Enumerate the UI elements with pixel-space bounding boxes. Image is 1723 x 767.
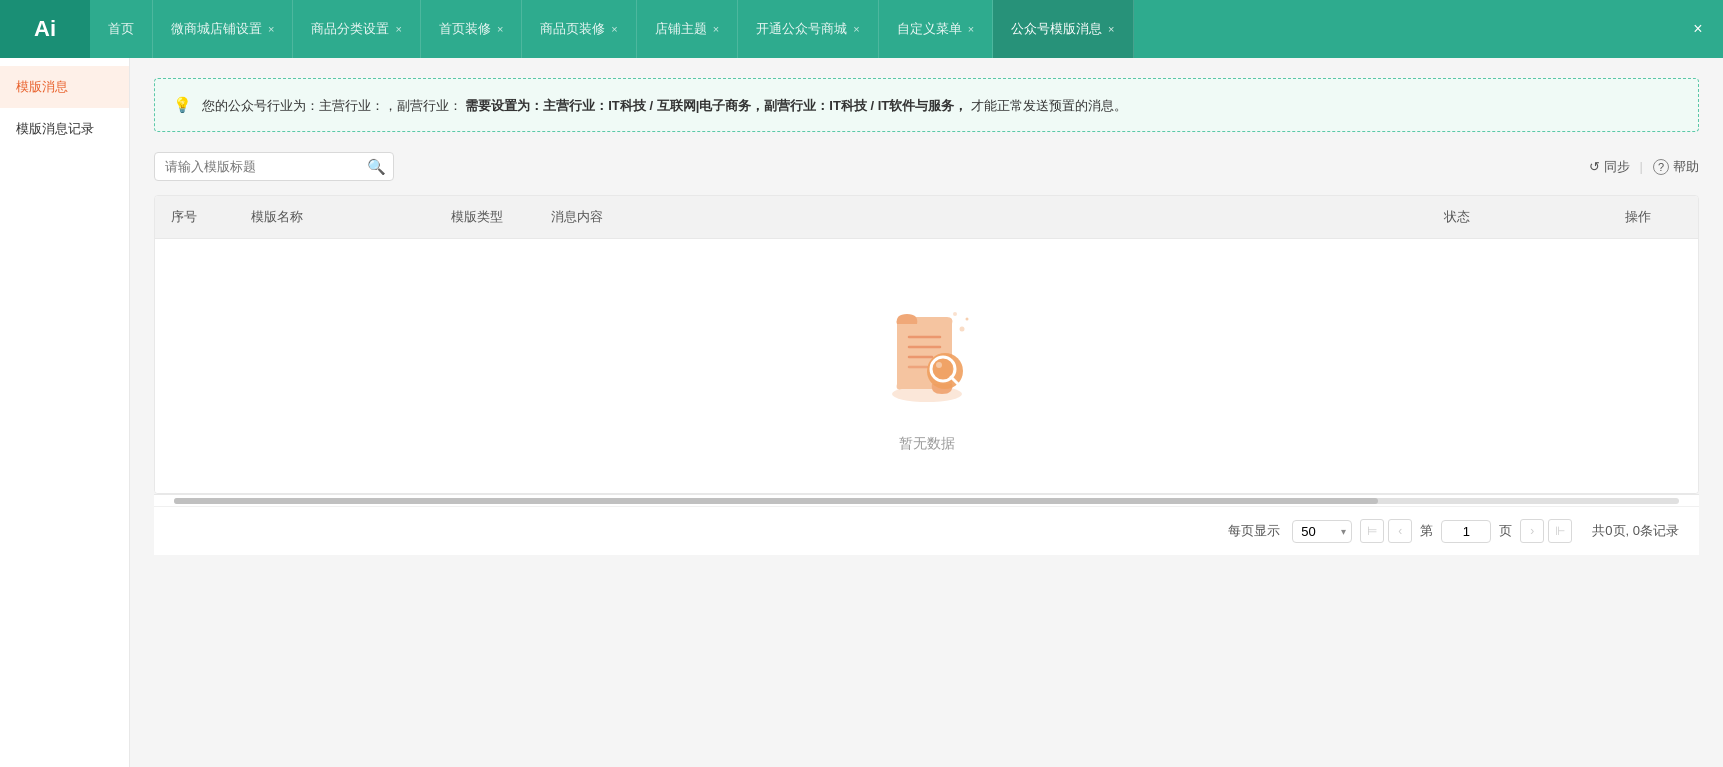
- scrollbar-track: [174, 498, 1679, 504]
- tab-wxmall[interactable]: 开通公众号商城×: [738, 0, 878, 58]
- svg-point-11: [953, 312, 957, 316]
- tab-close-icon[interactable]: ×: [1108, 23, 1114, 35]
- tab-custom-menu[interactable]: 自定义菜单×: [879, 0, 993, 58]
- content-area: 💡 您的公众号行业为：主营行业：，副营行业： 需要设置为：主营行业：IT科技 /…: [130, 58, 1723, 767]
- search-icon[interactable]: 🔍: [367, 158, 386, 176]
- total-info: 共0页, 0条记录: [1592, 522, 1679, 540]
- sidebar-item-template[interactable]: 模版消息: [0, 66, 129, 108]
- tab-template-msg[interactable]: 公众号模版消息×: [993, 0, 1133, 58]
- tab-close-icon[interactable]: ×: [611, 23, 617, 35]
- page-size-select-wrap: 50 10 20 100 ▾: [1292, 520, 1352, 543]
- tab-home[interactable]: 首页: [90, 0, 153, 58]
- page-number-input[interactable]: [1441, 520, 1491, 543]
- empty-state: 暂无数据: [155, 239, 1698, 493]
- horizontal-scrollbar[interactable]: [154, 494, 1699, 506]
- next-page-button[interactable]: ›: [1520, 519, 1544, 543]
- sync-label: 同步: [1604, 158, 1630, 176]
- tab-close-icon[interactable]: ×: [968, 23, 974, 35]
- prev-page-button[interactable]: ‹: [1388, 519, 1412, 543]
- tab-close-icon[interactable]: ×: [497, 23, 503, 35]
- page-size-label: 每页显示: [1228, 522, 1280, 540]
- svg-point-10: [965, 318, 968, 321]
- col-status: 状态: [1428, 196, 1578, 238]
- search-bar: 🔍 ↺ 同步 | ? 帮助: [154, 152, 1699, 181]
- sync-button[interactable]: ↺ 同步: [1589, 158, 1630, 176]
- svg-point-9: [959, 327, 964, 332]
- toolbar-divider: |: [1640, 159, 1643, 174]
- top-navigation: Ai 首页微商城店铺设置×商品分类设置×首页装修×商品页装修×店铺主题×开通公众…: [0, 0, 1723, 58]
- empty-icon: [867, 299, 987, 419]
- tab-close-icon[interactable]: ×: [713, 23, 719, 35]
- last-page-button[interactable]: ⊩: [1548, 519, 1572, 543]
- page-label-before: 第: [1420, 522, 1433, 540]
- tab-category[interactable]: 商品分类设置×: [293, 0, 420, 58]
- data-table: 序号 模版名称 模版类型 消息内容 状态 操作: [154, 195, 1699, 494]
- svg-point-8: [936, 362, 942, 368]
- tab-close-icon[interactable]: ×: [853, 23, 859, 35]
- tab-theme[interactable]: 店铺主题×: [637, 0, 738, 58]
- notice-icon: 💡: [173, 96, 192, 113]
- table-header: 序号 模版名称 模版类型 消息内容 状态 操作: [155, 196, 1698, 239]
- tab-wshop[interactable]: 微商城店铺设置×: [153, 0, 293, 58]
- window-close-button[interactable]: ×: [1673, 0, 1723, 58]
- notice-highlight: 需要设置为：主营行业：IT科技 / 互联网|电子商务，副营行业：IT科技 / I…: [465, 98, 967, 113]
- first-page-button[interactable]: ⊨: [1360, 519, 1384, 543]
- sidebar-item-template-log[interactable]: 模版消息记录: [0, 108, 129, 150]
- col-name: 模版名称: [235, 196, 435, 238]
- tab-product-deco[interactable]: 商品页装修×: [522, 0, 636, 58]
- page-label-after: 页: [1499, 522, 1512, 540]
- main-layout: 模版消息模版消息记录 💡 您的公众号行业为：主营行业：，副营行业： 需要设置为：…: [0, 58, 1723, 767]
- help-icon: ?: [1653, 159, 1669, 175]
- col-action: 操作: [1578, 196, 1698, 238]
- notice-box: 💡 您的公众号行业为：主营行业：，副营行业： 需要设置为：主营行业：IT科技 /…: [154, 78, 1699, 132]
- page-navigation: ⊨ ‹ 第 页 › ⊩: [1360, 519, 1572, 543]
- col-seq: 序号: [155, 196, 235, 238]
- tab-close-icon[interactable]: ×: [395, 23, 401, 35]
- search-input-wrap: 🔍: [154, 152, 394, 181]
- app-logo: Ai: [0, 0, 90, 58]
- sidebar: 模版消息模版消息记录: [0, 58, 130, 767]
- help-button[interactable]: ? 帮助: [1653, 158, 1699, 176]
- scrollbar-thumb[interactable]: [174, 498, 1378, 504]
- notice-text-before: 您的公众号行业为：主营行业：，副营行业：: [202, 98, 462, 113]
- toolbar-right: ↺ 同步 | ? 帮助: [1589, 158, 1699, 176]
- notice-text-after: 才能正常发送预置的消息。: [971, 98, 1127, 113]
- page-size-select[interactable]: 50 10 20 100: [1292, 520, 1352, 543]
- help-label: 帮助: [1673, 158, 1699, 176]
- pagination: 每页显示 50 10 20 100 ▾ ⊨ ‹ 第 页 › ⊩ 共0页, 0条记…: [154, 506, 1699, 555]
- search-input[interactable]: [154, 152, 394, 181]
- empty-text: 暂无数据: [899, 435, 955, 453]
- nav-tabs: 首页微商城店铺设置×商品分类设置×首页装修×商品页装修×店铺主题×开通公众号商城…: [90, 0, 1673, 58]
- col-content: 消息内容: [535, 196, 1428, 238]
- tab-close-icon[interactable]: ×: [268, 23, 274, 35]
- tab-home-deco[interactable]: 首页装修×: [421, 0, 522, 58]
- sync-icon: ↺: [1589, 159, 1600, 174]
- col-type: 模版类型: [435, 196, 535, 238]
